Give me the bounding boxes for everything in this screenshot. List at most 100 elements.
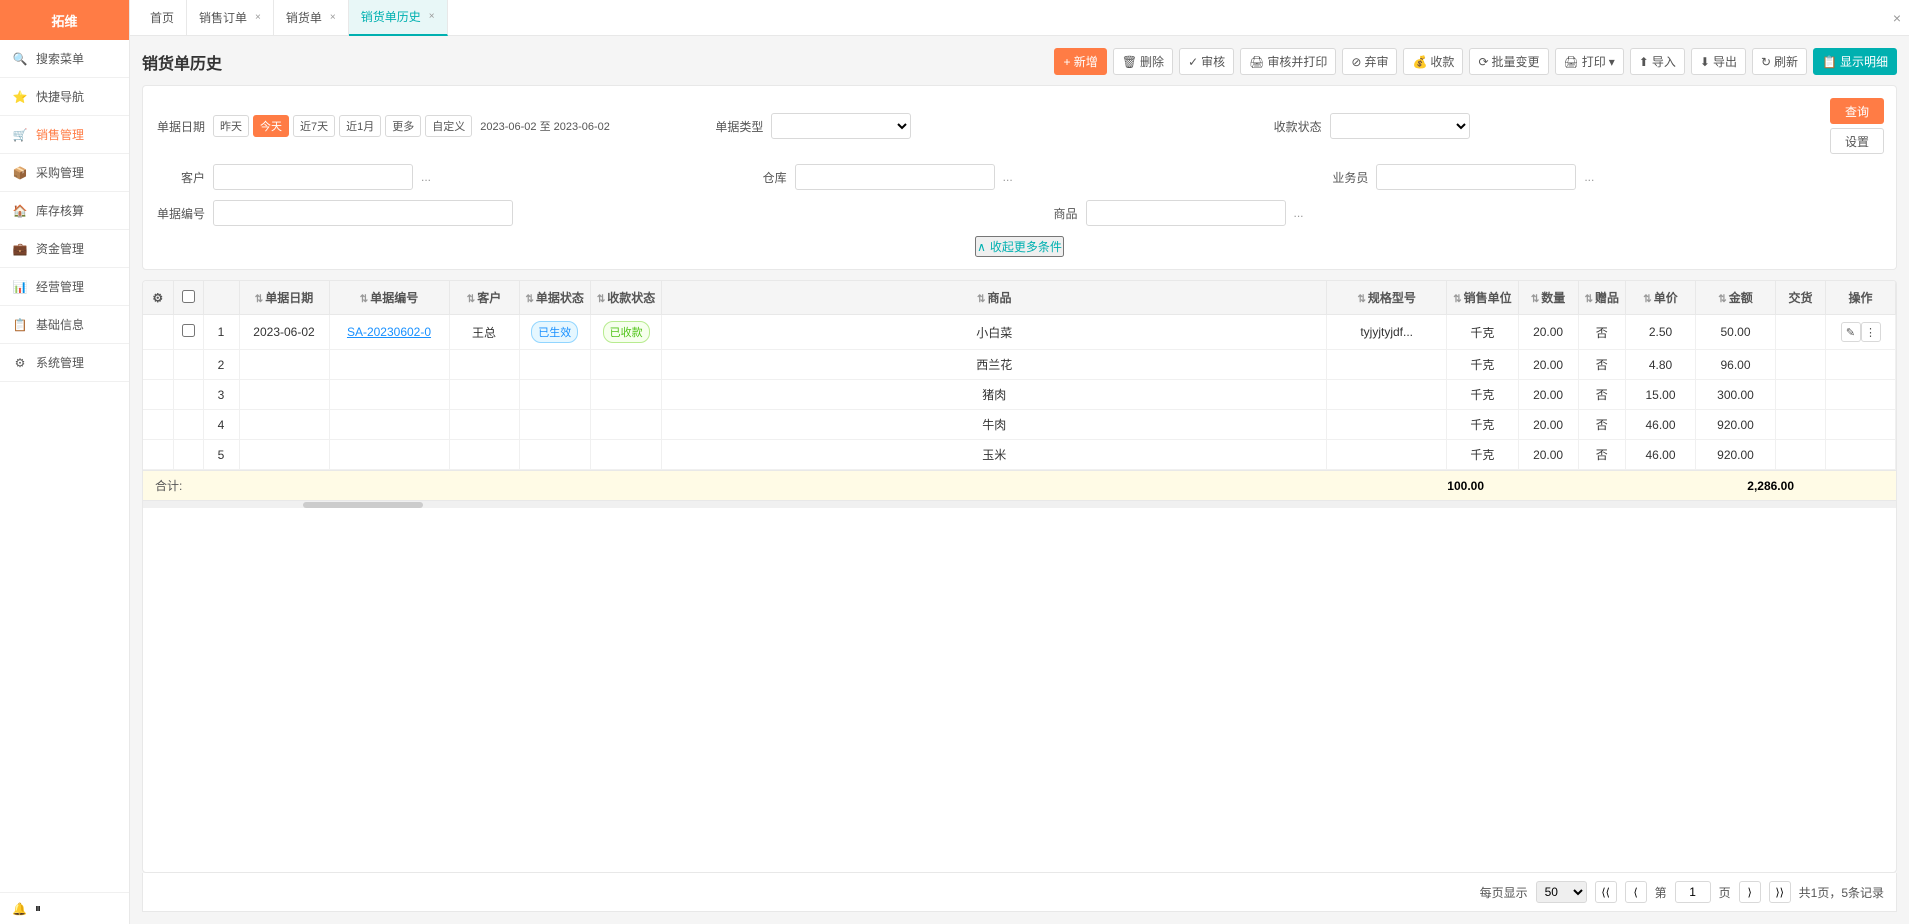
row-checkbox[interactable]	[173, 380, 203, 410]
row-goods: 玉米	[662, 440, 1327, 470]
row-unit: 千克	[1447, 440, 1518, 470]
tab-sales-goods[interactable]: 销货单 ×	[274, 0, 349, 36]
settings-button[interactable]: 设置	[1830, 128, 1884, 154]
table-row: 5 玉米 千克 20.00 否 46.00 920.00	[143, 440, 1896, 470]
date-yesterday-btn[interactable]: 昨天	[213, 115, 249, 137]
tab-bar-close-all[interactable]: ×	[1893, 10, 1901, 26]
row-doc-status: 已生效	[519, 315, 590, 350]
horizontal-scrollbar[interactable]	[143, 500, 1896, 508]
staff-dots-btn[interactable]: ...	[1584, 170, 1594, 184]
customer-input[interactable]	[213, 164, 413, 190]
row-customer	[449, 410, 519, 440]
sidebar-item-quick-nav[interactable]: ⭐ 快捷导航	[0, 78, 129, 116]
goods-input[interactable]	[1086, 200, 1286, 226]
sidebar-item-system-mgmt[interactable]: ⚙ 系统管理	[0, 344, 129, 382]
row-checkbox[interactable]	[173, 440, 203, 470]
query-button[interactable]: 查询	[1830, 98, 1884, 124]
page-first-btn[interactable]: ⟨⟨	[1595, 881, 1617, 903]
doc-type-select[interactable]	[771, 113, 911, 139]
col-sn[interactable]: 单据编号	[329, 281, 449, 315]
col-amount[interactable]: 金额	[1696, 281, 1776, 315]
print-button[interactable]: 🖨 打印 ▾	[1555, 48, 1624, 75]
row-op	[1826, 410, 1896, 440]
col-checkbox[interactable]	[173, 281, 203, 315]
delete-button[interactable]: 🗑 删除	[1113, 48, 1173, 75]
page-number-input[interactable]	[1675, 881, 1711, 903]
tab-close-sales-order[interactable]: ×	[255, 12, 261, 23]
page-last-btn[interactable]: ⟩⟩	[1769, 881, 1791, 903]
sidebar-item-search-menu[interactable]: 🔍 搜索菜单	[0, 40, 129, 78]
export-button[interactable]: ⬇ 导出	[1691, 48, 1746, 75]
scrollbar-thumb[interactable]	[303, 502, 423, 508]
sidebar-item-sales-mgmt[interactable]: 🛒 销售管理	[0, 116, 129, 154]
col-spec[interactable]: 规格型号	[1327, 281, 1447, 315]
summary-total-qty: 100.00	[1416, 473, 1496, 499]
doc-sn-input[interactable]	[213, 200, 513, 226]
col-price[interactable]: 单价	[1626, 281, 1696, 315]
col-unit[interactable]: 销售单位	[1447, 281, 1518, 315]
per-page-select[interactable]: 50 100 200	[1536, 881, 1587, 903]
tab-home[interactable]: 首页	[138, 0, 187, 36]
edit-btn[interactable]: ✎	[1841, 322, 1861, 342]
date-custom-btn[interactable]: 自定义	[425, 115, 472, 137]
sn-link[interactable]: SA-20230602-0	[347, 325, 431, 339]
col-doc-status[interactable]: 单据状态	[519, 281, 590, 315]
tab-sales-order[interactable]: 销售订单 ×	[187, 0, 274, 36]
date-1month-btn[interactable]: 近1月	[339, 115, 381, 137]
audit-button[interactable]: ✓ 审核	[1179, 48, 1234, 75]
date-7days-btn[interactable]: 近7天	[293, 115, 335, 137]
row-op	[1826, 350, 1896, 380]
audit-print-button[interactable]: 🖨 审核并打印	[1240, 48, 1336, 75]
tab-close-sales-goods[interactable]: ×	[330, 12, 336, 23]
col-pay-status[interactable]: 收款状态	[590, 281, 661, 315]
date-more-btn[interactable]: 更多	[385, 115, 421, 137]
row-sn[interactable]: SA-20230602-0	[329, 315, 449, 350]
col-qty[interactable]: 数量	[1518, 281, 1578, 315]
row-gift: 否	[1578, 350, 1625, 380]
date-today-btn[interactable]: 今天	[253, 115, 289, 137]
goods-dots-btn[interactable]: ...	[1294, 206, 1304, 220]
tab-close-sales-history[interactable]: ×	[429, 11, 435, 22]
row-qty: 20.00	[1518, 350, 1578, 380]
row-checkbox[interactable]	[173, 315, 203, 350]
summary-row: 合计: 100.00 2,286.00	[143, 470, 1896, 500]
tab-sales-history[interactable]: 销货单历史 ×	[349, 0, 448, 36]
row-checkbox[interactable]	[173, 350, 203, 380]
abandon-icon: ⊘	[1351, 55, 1361, 69]
row-check[interactable]	[182, 324, 195, 337]
col-date[interactable]: 单据日期	[239, 281, 329, 315]
main-content: 首页 销售订单 × 销货单 × 销货单历史 × × 销货单历史 + 新增 🗑 删…	[130, 0, 1909, 924]
show-detail-button[interactable]: 📋 显示明细	[1813, 48, 1897, 75]
page-label: 第	[1655, 884, 1667, 901]
collapse-button[interactable]: ∧ 收起更多条件	[975, 236, 1064, 257]
sidebar-bottom-icon2[interactable]: ⏸	[35, 901, 41, 916]
sidebar-item-operations-mgmt[interactable]: 📊 经营管理	[0, 268, 129, 306]
select-all-checkbox[interactable]	[182, 290, 195, 303]
import-button[interactable]: ⬆ 导入	[1630, 48, 1685, 75]
staff-input[interactable]	[1376, 164, 1576, 190]
customer-dots-btn[interactable]: ...	[421, 170, 431, 184]
more-btn[interactable]: ⋮	[1861, 322, 1881, 342]
row-checkbox[interactable]	[173, 410, 203, 440]
col-customer[interactable]: 客户	[449, 281, 519, 315]
refresh-button[interactable]: ↻ 刷新	[1752, 48, 1807, 75]
collect-button[interactable]: 💰 收款	[1403, 48, 1463, 75]
sidebar-bottom-icon1[interactable]: 🔔	[12, 902, 27, 916]
warehouse-dots-btn[interactable]: ...	[1003, 170, 1013, 184]
sidebar-item-basic-info[interactable]: 📋 基础信息	[0, 306, 129, 344]
col-gear[interactable]: ⚙	[143, 281, 173, 315]
page-next-btn[interactable]: ⟩	[1739, 881, 1761, 903]
batch-change-button[interactable]: ⟳ 批量变更	[1469, 48, 1548, 75]
col-goods[interactable]: 商品	[662, 281, 1327, 315]
warehouse-input[interactable]	[795, 164, 995, 190]
col-op: 操作	[1826, 281, 1896, 315]
pay-status-select[interactable]	[1330, 113, 1470, 139]
page-prev-btn[interactable]: ⟨	[1625, 881, 1647, 903]
sidebar-item-finance-mgmt[interactable]: 💼 资金管理	[0, 230, 129, 268]
sidebar-item-purchase-mgmt[interactable]: 📦 采购管理	[0, 154, 129, 192]
abandon-button[interactable]: ⊘ 弃审	[1342, 48, 1397, 75]
customer-label: 客户	[155, 169, 205, 186]
new-button[interactable]: + 新增	[1054, 48, 1106, 75]
sidebar-item-inventory[interactable]: 🏠 库存核算	[0, 192, 129, 230]
col-gift[interactable]: 赠品	[1578, 281, 1625, 315]
